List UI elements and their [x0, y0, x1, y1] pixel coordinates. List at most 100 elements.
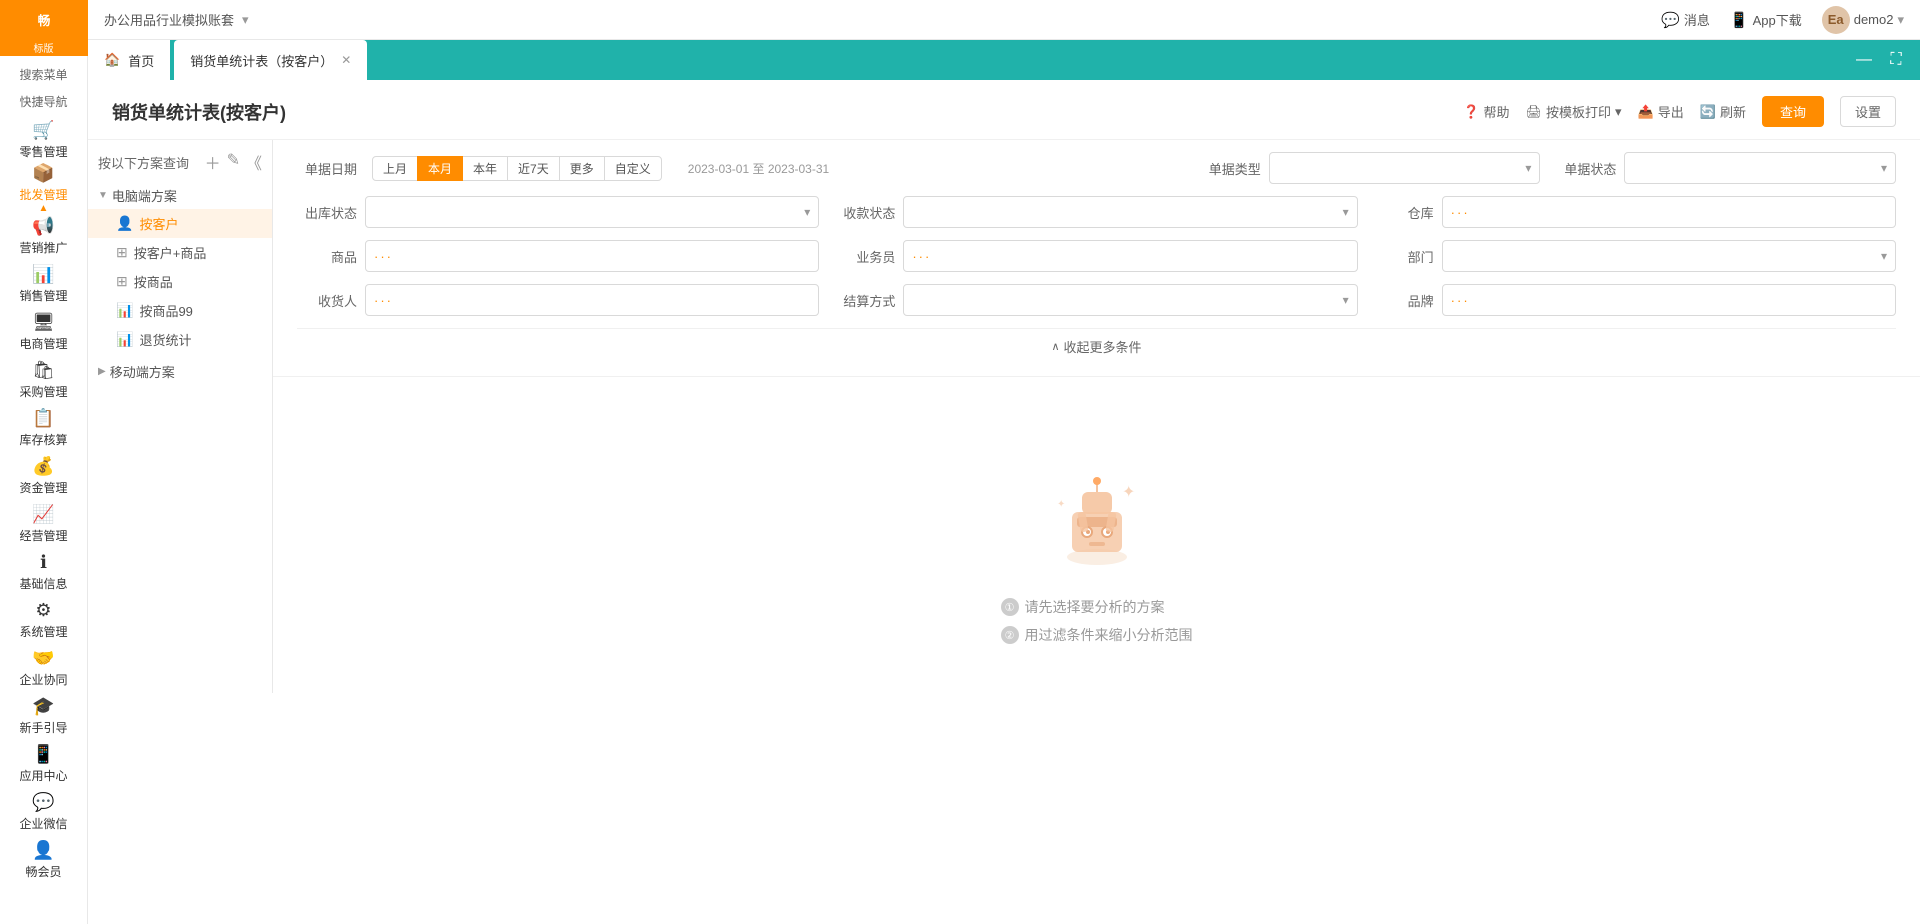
date-btn-7days[interactable]: 近7天: [507, 156, 560, 181]
app-download-label: App下载: [1753, 10, 1802, 29]
refresh-label: 刷新: [1720, 102, 1746, 121]
sidebar-item-basicinfo[interactable]: ℹ 基础信息: [0, 548, 88, 596]
scheme-group-desktop-header[interactable]: ▼ 电脑端方案: [88, 182, 272, 209]
sidebar-item-appcenter[interactable]: 📱 应用中心: [0, 740, 88, 788]
scheme-item-refund-stat[interactable]: 📊 退货统计: [88, 325, 272, 354]
payment-status-select[interactable]: ▾: [903, 196, 1357, 228]
svg-text:✦: ✦: [1122, 484, 1135, 501]
brand-label: 品牌: [1374, 291, 1434, 310]
app-download-btn[interactable]: 📱 App下载: [1730, 10, 1802, 29]
settlement-select[interactable]: ▾: [903, 284, 1357, 316]
print-icon: 🖨: [1526, 104, 1543, 120]
query-button[interactable]: 查询: [1762, 96, 1824, 127]
tab-sales-stat[interactable]: 销货单统计表（按客户） ✕: [174, 40, 367, 80]
scheme-item-by-customer[interactable]: 👤 按客户: [88, 209, 272, 238]
salesperson-select[interactable]: ···: [903, 240, 1357, 272]
tab-close-btn[interactable]: ✕: [341, 53, 351, 67]
date-btn-custom[interactable]: 自定义: [604, 156, 662, 181]
sidebar-item-wholesale[interactable]: 📦 批发管理 ▲: [0, 164, 88, 212]
settings-button[interactable]: 设置: [1840, 96, 1896, 127]
department-chevron: ▾: [1881, 249, 1887, 263]
scheme-group-mobile-header[interactable]: ▶ 移动端方案: [88, 358, 272, 385]
print-dropdown-icon: ▾: [1615, 104, 1622, 120]
salesperson-dots: ···: [912, 249, 931, 264]
sidebar-item-cooperation[interactable]: 🤝 企业协同: [0, 644, 88, 692]
sidebar-item-operations[interactable]: 📈 经营管理: [0, 500, 88, 548]
scheme-panel: 按以下方案查询 ＋ ✎ 《 ▼ 电脑端方案: [88, 140, 273, 693]
tip-num-2: ②: [1001, 626, 1019, 644]
salesperson-col: 业务员 ···: [835, 240, 1357, 272]
recipient-select[interactable]: ···: [365, 284, 819, 316]
sidebar-item-label-sales: 销售管理: [19, 287, 67, 304]
purchase-icon: 🛍: [32, 360, 55, 381]
member-icon: 👤: [32, 840, 54, 861]
sidebar-item-newguide[interactable]: 🎓 新手引导: [0, 692, 88, 740]
sidebar-item-label-quicknav[interactable]: 快捷导航: [19, 93, 67, 110]
logo[interactable]: 畅 标版: [0, 0, 88, 56]
tab-home[interactable]: 🏠 首页: [88, 40, 170, 80]
scheme-item-icon-goods: ⊞: [116, 273, 128, 290]
scheme-item-by-customer-goods[interactable]: ⊞ 按客户+商品: [88, 238, 272, 267]
sidebar-item-member[interactable]: 👤 畅会员: [0, 836, 88, 884]
department-select[interactable]: ▾: [1442, 240, 1896, 272]
empty-tip-2: ② 用过滤条件来缩小分析范围: [1001, 625, 1193, 645]
brand-select[interactable]: ···: [1442, 284, 1896, 316]
sidebar-item-inventory[interactable]: 📋 库存核算: [0, 404, 88, 452]
date-filters: 上月 本月 本年 近7天 更多 自定义: [373, 156, 662, 181]
scheme-item-icon-goods99: 📊: [116, 302, 133, 319]
settlement-col: 结算方式 ▾: [835, 284, 1357, 316]
date-btn-lastmonth[interactable]: 上月: [372, 156, 418, 181]
recipient-label: 收货人: [297, 291, 357, 310]
sidebar-item-finance[interactable]: 💰 资金管理: [0, 452, 88, 500]
page-header: 销货单统计表(按客户) ❓ 帮助 🖨 按模板打印 ▾ 📤 导出: [88, 80, 1920, 140]
scheme-item-label-goods99: 按商品99: [139, 301, 192, 320]
page-actions: ❓ 帮助 🖨 按模板打印 ▾ 📤 导出 🔄 刷新: [1463, 96, 1896, 127]
message-label: 消息: [1684, 10, 1710, 29]
order-type-select[interactable]: ▾: [1269, 152, 1541, 184]
mobile-arrow-icon: ▶: [98, 366, 106, 377]
scheme-item-by-goods99[interactable]: 📊 按商品99: [88, 296, 272, 325]
sidebar-item-marketing[interactable]: 📢 营销推广: [0, 212, 88, 260]
empty-illustration: ✦ ✦: [1037, 457, 1157, 577]
scheme-group-mobile: ▶ 移动端方案: [88, 358, 272, 385]
window-minimize-btn[interactable]: —: [1852, 48, 1876, 72]
date-btn-more[interactable]: 更多: [559, 156, 605, 181]
date-filter-label: 单据日期: [297, 159, 357, 178]
date-btn-thismonth[interactable]: 本月: [417, 156, 463, 181]
help-btn[interactable]: ❓ 帮助: [1463, 102, 1509, 121]
sidebar-search-section: 搜索菜单: [0, 56, 87, 89]
order-type-col: 单据类型 ▾: [1201, 152, 1541, 184]
date-btn-thisyear[interactable]: 本年: [462, 156, 508, 181]
refresh-btn[interactable]: 🔄 刷新: [1700, 102, 1746, 121]
goods-select[interactable]: ···: [365, 240, 819, 272]
sidebar-item-retail[interactable]: 🛒 零售管理: [0, 116, 88, 164]
collapse-bar[interactable]: ∧ 收起更多条件: [297, 328, 1896, 364]
scheme-add-icon[interactable]: ＋: [205, 150, 221, 174]
topbar: 办公用品行业模拟账套 ▾ 💬 消息 📱 App下载 Ea demo2 ▾: [88, 0, 1920, 40]
order-status-select[interactable]: ▾: [1624, 152, 1896, 184]
export-btn[interactable]: 📤 导出: [1638, 102, 1684, 121]
sidebar-item-purchase[interactable]: 🛍 采购管理: [0, 356, 88, 404]
scheme-collapse-icon[interactable]: 《: [246, 150, 262, 174]
window-maximize-btn[interactable]: ⛶: [1884, 48, 1908, 72]
sidebar-item-wechat[interactable]: 💬 企业微信: [0, 788, 88, 836]
warehouse-select[interactable]: ···: [1442, 196, 1896, 228]
sidebar-item-ecommerce[interactable]: 🖥 电商管理: [0, 308, 88, 356]
sidebar-item-system[interactable]: ⚙ 系统管理: [0, 596, 88, 644]
scheme-item-label-goods: 按商品: [134, 272, 173, 291]
message-btn[interactable]: 💬 消息: [1661, 10, 1710, 29]
sidebar-item-label-retail: 零售管理: [19, 143, 67, 160]
newguide-icon: 🎓: [32, 696, 54, 717]
sidebar-item-sales[interactable]: 📊 销售管理: [0, 260, 88, 308]
sidebar-item-label-search[interactable]: 搜索菜单: [19, 66, 67, 83]
user-section[interactable]: Ea demo2 ▾: [1822, 6, 1904, 34]
wholesale-icon: 📦: [32, 163, 54, 184]
scheme-item-label-refund: 退货统计: [139, 330, 191, 349]
scheme-item-by-goods[interactable]: ⊞ 按商品: [88, 267, 272, 296]
topbar-dropdown-icon[interactable]: ▾: [242, 12, 249, 28]
template-print-btn[interactable]: 🖨 按模板打印 ▾: [1526, 102, 1622, 121]
tip-num-1: ①: [1001, 598, 1019, 616]
stock-status-select[interactable]: ▾: [365, 196, 819, 228]
scheme-edit-icon[interactable]: ✎: [227, 150, 240, 174]
ecommerce-icon: 🖥: [32, 312, 55, 333]
